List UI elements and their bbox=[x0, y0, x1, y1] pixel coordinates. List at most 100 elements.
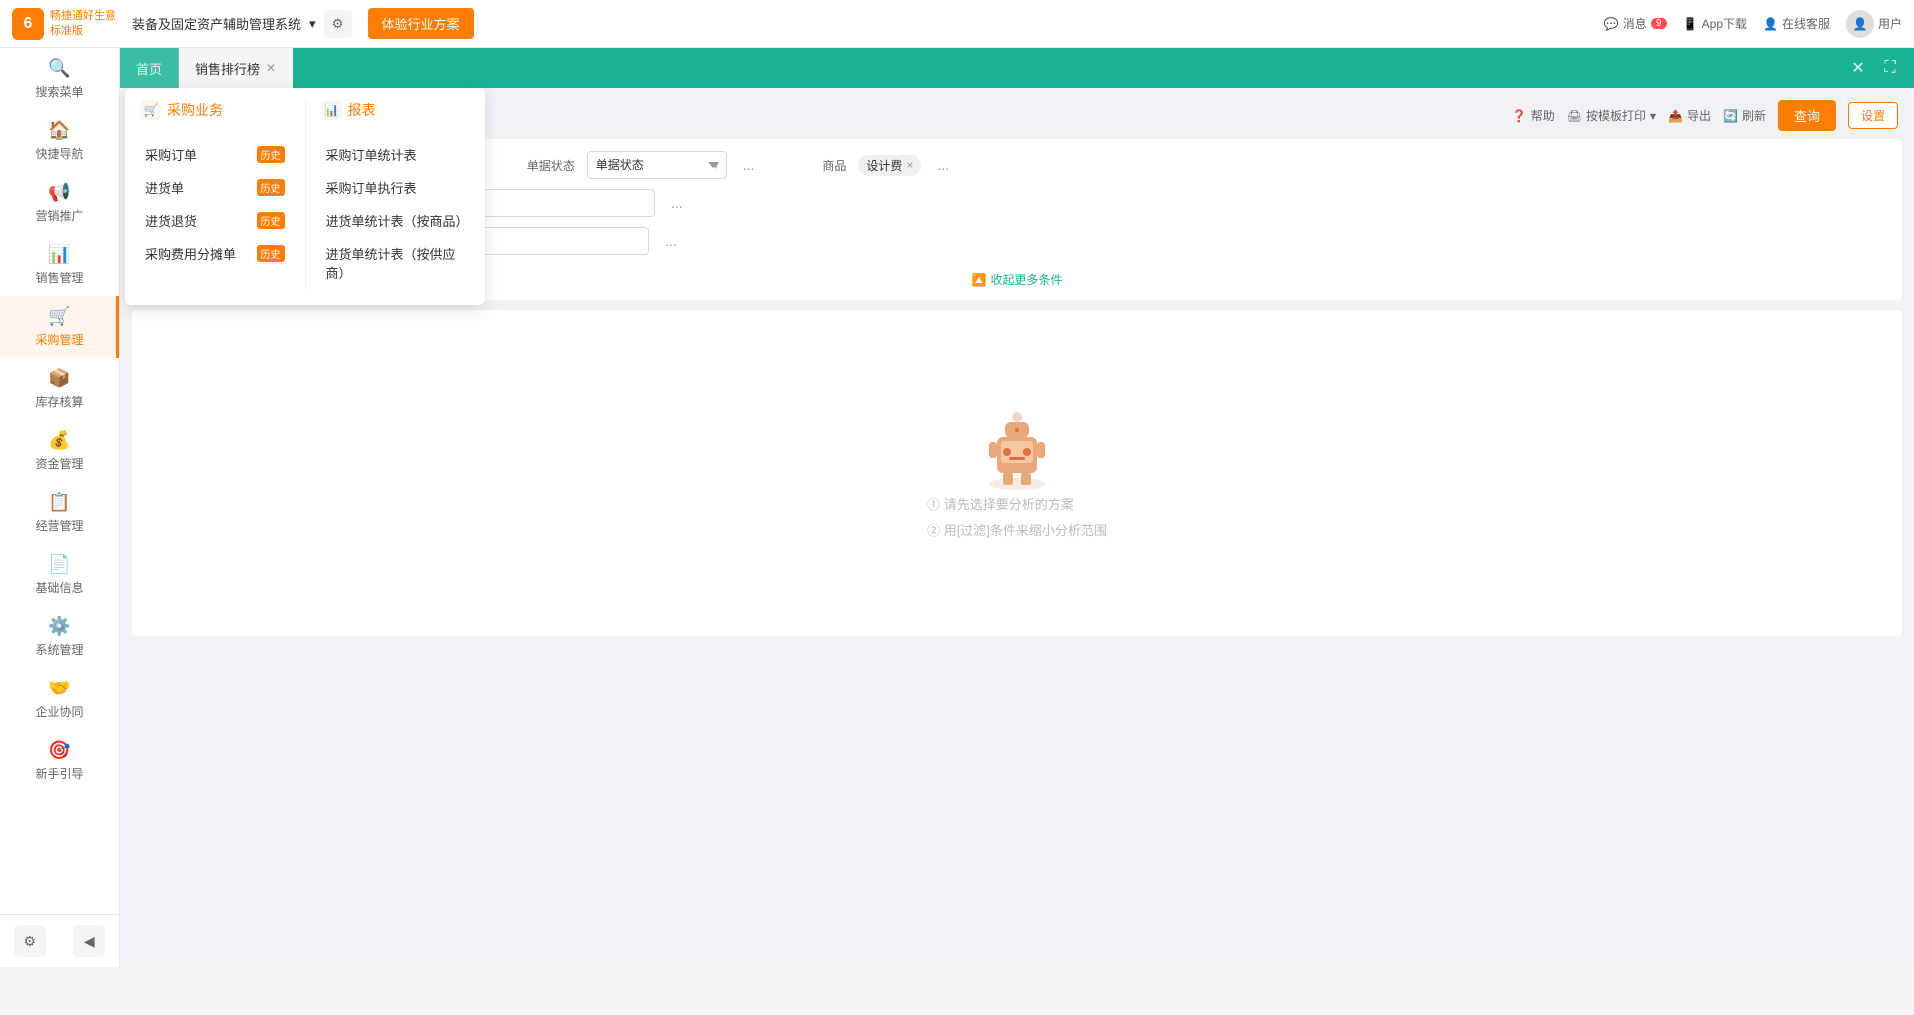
operations-icon: 📋 bbox=[48, 492, 70, 513]
goods-tag-close[interactable]: × bbox=[906, 158, 913, 172]
sidebar-item-system[interactable]: ⚙️ 系统管理 bbox=[0, 606, 119, 668]
avatar: 👤 bbox=[1846, 10, 1874, 38]
online-service-btn[interactable]: 👤 在线客服 bbox=[1763, 15, 1830, 32]
inbound-badge: 历史 bbox=[257, 179, 285, 196]
tab-expand-btn[interactable]: ⛶ bbox=[1878, 56, 1902, 80]
logo-text: 畅捷通好生意 标准版 bbox=[50, 9, 116, 38]
print-icon: 🖨 bbox=[1567, 109, 1582, 123]
dropdown-item-return[interactable]: 进货退货 历史 bbox=[141, 204, 289, 237]
sidebar-item-newcomer[interactable]: 🎯 新手引导 bbox=[0, 730, 119, 792]
doc-status-select-wrap: 单据状态 ▾ bbox=[587, 151, 727, 179]
query-btn[interactable]: 查询 bbox=[1778, 100, 1836, 131]
dropdown-item-inbound[interactable]: 进货单 历史 bbox=[141, 171, 289, 204]
messages-btn[interactable]: 💬 消息 9 bbox=[1604, 15, 1667, 32]
sidebar-item-finance[interactable]: 💰 资金管理 bbox=[0, 420, 119, 482]
sidebar-bottom: ⚙ ◀ bbox=[0, 914, 119, 967]
tab-close-all-btn[interactable]: ✕ bbox=[1846, 56, 1870, 80]
system-title-area: 装备及固定资产辅助管理系统 ▾ ⚙ 体验行业方案 bbox=[132, 8, 1604, 39]
sidebar-item-inventory[interactable]: 📦 库存核算 bbox=[0, 358, 119, 420]
enterprise-icon: 🤝 bbox=[48, 678, 70, 699]
marketing-icon: 📢 bbox=[48, 182, 70, 203]
logo-icon: 6 bbox=[12, 8, 44, 40]
goods-dots[interactable]: ... bbox=[937, 157, 949, 173]
title-dropdown-arrow[interactable]: ▾ bbox=[309, 16, 316, 32]
sidebar-item-purchase[interactable]: 🛒 采购管理 bbox=[0, 296, 119, 358]
dropdown-item-expense[interactable]: 采购费用分摊单 历史 bbox=[141, 237, 289, 270]
sidebar-item-operations[interactable]: 📋 经营管理 bbox=[0, 482, 119, 544]
messages-badge: 9 bbox=[1651, 18, 1667, 29]
settings-btn[interactable]: 设置 bbox=[1848, 102, 1898, 129]
newcomer-icon: 🎯 bbox=[48, 740, 70, 761]
salesperson-input[interactable] bbox=[482, 189, 655, 217]
return-badge: 历史 bbox=[257, 212, 285, 229]
system-title: 装备及固定资产辅助管理系统 bbox=[132, 14, 301, 33]
tab-close-btn[interactable]: ✕ bbox=[266, 61, 276, 75]
goods-tag: 设计费 × bbox=[858, 155, 921, 176]
empty-state-card: ① 请先选择要分析的方案 ② 用[过滤]条件来缩小分析范围 bbox=[132, 310, 1902, 636]
sidebar: 🔍 搜索菜单 🏠 快捷导航 📢 营销推广 📊 销售管理 🛒 采购管理 📦 库存核… bbox=[0, 48, 120, 967]
export-icon: 📤 bbox=[1668, 109, 1683, 123]
tab-bar: 首页 销售排行榜 ✕ ✕ ⛶ bbox=[120, 48, 1914, 88]
search-icon: 🔍 bbox=[48, 58, 70, 79]
sidebar-item-enterprise[interactable]: 🤝 企业协同 bbox=[0, 668, 119, 730]
app-download-btn[interactable]: 📱 App下载 bbox=[1683, 15, 1747, 32]
message-icon: 💬 bbox=[1604, 17, 1619, 31]
dropdown-item-purchase-order[interactable]: 采购订单 历史 bbox=[141, 138, 289, 171]
empty-hint-1: ① 请先选择要分析的方案 ② 用[过滤]条件来缩小分析范围 bbox=[927, 492, 1107, 544]
report-col: 📊 报表 采购订单统计表 采购订单执行表 进货单统计表（按商品） 进货单统计表（… bbox=[305, 100, 486, 289]
report-col-title: 📊 报表 bbox=[322, 100, 470, 126]
dropdown-item-purchase-order-exec[interactable]: 采购订单执行表 bbox=[322, 171, 470, 204]
empty-state: ① 请先选择要分析的方案 ② 用[过滤]条件来缩小分析范围 bbox=[148, 322, 1886, 624]
customer-input[interactable] bbox=[476, 227, 649, 255]
purchase-icon: 🛒 bbox=[48, 306, 70, 327]
help-btn[interactable]: ❓ 帮助 bbox=[1512, 107, 1555, 124]
doc-status-label: 单据状态 bbox=[515, 157, 575, 174]
topbar-right: 💬 消息 9 📱 App下载 👤 在线客服 👤 用户 bbox=[1604, 10, 1902, 38]
sidebar-item-search[interactable]: 🔍 搜索菜单 bbox=[0, 48, 119, 110]
expense-badge: 历史 bbox=[257, 245, 285, 262]
customer-dots[interactable]: ... bbox=[665, 233, 677, 249]
export-btn[interactable]: 📤 导出 bbox=[1668, 107, 1711, 124]
tab-bar-end: ✕ ⛶ bbox=[1846, 48, 1914, 88]
help-icon: ❓ bbox=[1512, 109, 1527, 123]
sidebar-settings-btn[interactable]: ⚙ bbox=[14, 925, 46, 957]
topbar: 6 畅捷通好生意 标准版 装备及固定资产辅助管理系统 ▾ ⚙ 体验行业方案 💬 … bbox=[0, 0, 1914, 48]
sidebar-item-marketing[interactable]: 📢 营销推广 bbox=[0, 172, 119, 234]
tab-home[interactable]: 首页 bbox=[120, 48, 179, 88]
doc-status-select[interactable]: 单据状态 bbox=[587, 151, 727, 179]
tab-sales-ranking[interactable]: 销售排行榜 ✕ bbox=[179, 48, 293, 88]
empty-illustration bbox=[967, 402, 1067, 492]
salesperson-dots[interactable]: ... bbox=[671, 195, 683, 211]
dropdown-item-inbound-stat-goods[interactable]: 进货单统计表（按商品） bbox=[322, 204, 470, 237]
report-col-icon: 📊 bbox=[322, 100, 342, 120]
sidebar-collapse-btn[interactable]: ◀ bbox=[73, 925, 105, 957]
basic-info-icon: 📄 bbox=[48, 554, 70, 575]
home-icon: 🏠 bbox=[48, 120, 70, 141]
dropdown-item-purchase-order-stat[interactable]: 采购订单统计表 bbox=[322, 138, 470, 171]
user-btn[interactable]: 👤 用户 bbox=[1846, 10, 1902, 38]
inventory-icon: 📦 bbox=[48, 368, 70, 389]
purchase-business-col: 🛒 采购业务 采购订单 历史 进货单 历史 进货退货 历史 采购费用分摊单 历史 bbox=[125, 100, 305, 289]
goods-label: 商品 bbox=[786, 157, 846, 174]
phone-icon: 📱 bbox=[1683, 17, 1698, 31]
refresh-btn[interactable]: 🔄 刷新 bbox=[1723, 107, 1766, 124]
system-icon: ⚙️ bbox=[48, 616, 70, 637]
industry-btn[interactable]: 体验行业方案 bbox=[368, 8, 474, 39]
print-dropdown-icon[interactable]: ▾ bbox=[1650, 109, 1656, 123]
sidebar-item-sales[interactable]: 📊 销售管理 bbox=[0, 234, 119, 296]
doc-status-dots[interactable]: ... bbox=[743, 157, 755, 173]
finance-icon: 💰 bbox=[48, 430, 70, 451]
dropdown-item-inbound-stat-supplier[interactable]: 进货单统计表（按供应商） bbox=[322, 237, 470, 289]
sales-icon: 📊 bbox=[48, 244, 70, 265]
purchase-order-badge: 历史 bbox=[257, 146, 285, 163]
refresh-icon: 🔄 bbox=[1723, 109, 1738, 123]
sidebar-item-quick-nav[interactable]: 🏠 快捷导航 bbox=[0, 110, 119, 172]
logo-area: 6 畅捷通好生意 标准版 bbox=[12, 8, 132, 40]
sidebar-item-basic-info[interactable]: 📄 基础信息 bbox=[0, 544, 119, 606]
purchase-dropdown-menu: 🛒 采购业务 采购订单 历史 进货单 历史 进货退货 历史 采购费用分摊单 历史… bbox=[125, 88, 485, 305]
print-btn[interactable]: 🖨 按模板打印 ▾ bbox=[1567, 107, 1656, 124]
topbar-gear-icon[interactable]: ⚙ bbox=[324, 10, 352, 38]
purchase-col-icon: 🛒 bbox=[141, 100, 161, 120]
purchase-col-title: 🛒 采购业务 bbox=[141, 100, 289, 126]
service-icon: 👤 bbox=[1763, 17, 1778, 31]
